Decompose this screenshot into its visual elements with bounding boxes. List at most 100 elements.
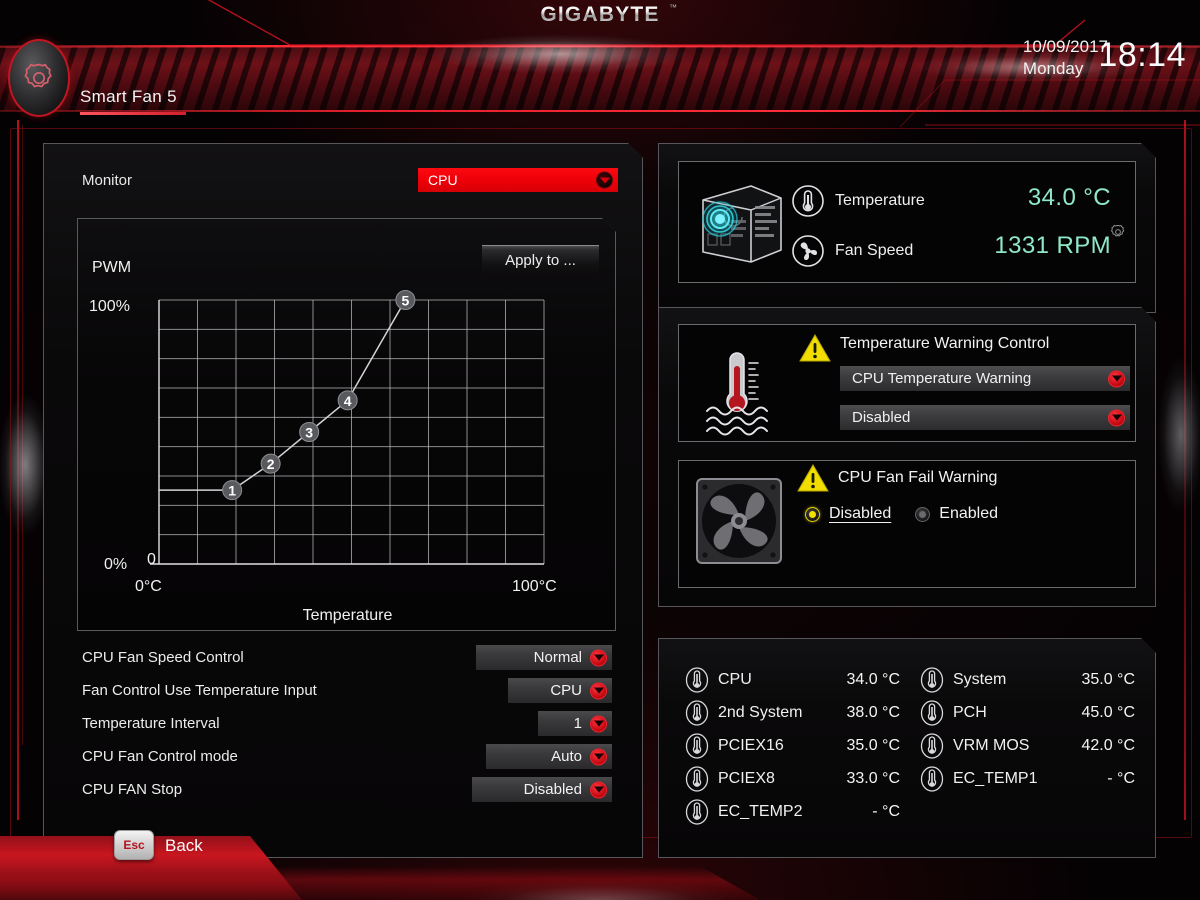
warning-controls-panel: Temperature Warning Control CPU Temperat… <box>658 307 1156 607</box>
bios-screen: GIGABYTE ™ Smart Fan 5 10/09/2017 Monday… <box>0 0 1200 900</box>
sensor-row: EC_TEMP2 - °C <box>685 795 900 828</box>
chevron-down-icon[interactable] <box>596 172 613 189</box>
setting-value-select[interactable]: Normal <box>476 645 612 670</box>
sensor-readings-panel: CPU 34.0 °C System 35.0 °C 2nd System 38.0 °C… <box>658 638 1156 858</box>
temperature-value: 34.0 °C <box>1027 184 1111 211</box>
chevron-down-icon[interactable] <box>590 682 607 699</box>
thermometer-glyph <box>685 766 709 792</box>
cpu-temperature-warning-select[interactable]: CPU Temperature Warning <box>840 366 1130 391</box>
left-edge-accent-line <box>17 120 19 820</box>
sensor-row: EC_TEMP1 - °C <box>920 762 1135 795</box>
setting-label: Fan Control Use Temperature Input <box>82 682 317 699</box>
sensor-value: - °C <box>1107 769 1135 787</box>
esc-key-icon[interactable]: Esc <box>114 830 154 860</box>
sensor-row: PCH 45.0 °C <box>920 696 1135 729</box>
radio-option-disabled[interactable]: Disabled <box>805 505 891 523</box>
date-value: 10/09/2017 <box>1022 37 1108 56</box>
fan-icon <box>791 234 825 268</box>
sensor-value: 42.0 °C <box>1081 736 1135 754</box>
gear-icon <box>8 39 70 117</box>
fan-speed-label: Fan Speed <box>835 242 914 259</box>
chart-point-label: 4 <box>344 393 352 409</box>
monitor-select-value: CPU <box>428 172 458 188</box>
header-stripe-band <box>0 45 1200 112</box>
thermometer-waves-glyph <box>701 345 789 437</box>
radio-option-enabled[interactable]: Enabled <box>915 505 998 523</box>
setting-row[interactable]: CPU Fan Control mode Auto <box>82 740 612 773</box>
sensor-value: 33.0 °C <box>846 769 900 787</box>
thermometer-glyph <box>791 184 825 218</box>
chart-control-point-3[interactable]: 3 <box>300 423 319 442</box>
setting-row[interactable]: Fan Control Use Temperature Input CPU <box>82 674 612 707</box>
fan-settings-list: CPU Fan Speed Control Normal Fan Control U… <box>82 641 612 806</box>
radio-label-disabled: Disabled <box>829 505 892 522</box>
setting-row[interactable]: CPU Fan Speed Control Normal <box>82 641 612 674</box>
thermometer-icon <box>685 667 709 693</box>
sensor-value: 35.0 °C <box>846 736 900 754</box>
sensor-value: 35.0 °C <box>1081 670 1135 688</box>
setting-row[interactable]: Temperature Interval 1 <box>82 707 612 740</box>
setting-value: Auto <box>551 748 582 765</box>
left-edge-accent-line-secondary <box>22 125 23 745</box>
gear-glyph <box>24 63 52 88</box>
setting-value-select[interactable]: 1 <box>538 711 612 736</box>
sensor-name: PCH <box>953 703 987 721</box>
monitor-select[interactable]: CPU <box>418 168 618 192</box>
thermometer-icon <box>791 184 825 218</box>
footer-accent-band-secondary <box>0 866 760 900</box>
chevron-down-icon[interactable] <box>590 649 607 666</box>
chart-control-point-5[interactable]: 5 <box>396 291 415 310</box>
chart-control-point-1[interactable]: 1 <box>223 481 242 500</box>
warning-triangle-icon <box>797 463 829 493</box>
chart-curve-line <box>232 300 405 490</box>
fan-glyph <box>791 234 825 268</box>
sensor-row-empty <box>920 795 1135 828</box>
setting-label: CPU FAN Stop <box>82 781 183 798</box>
temperature-warning-title: Temperature Warning Control <box>840 335 1050 352</box>
monitor-label: Monitor <box>82 172 133 189</box>
readout-inner-box: Temperature 34.0 °C Fan Speed 1331 RPM <box>678 161 1136 283</box>
chevron-down-icon[interactable] <box>1108 409 1125 426</box>
chevron-down-icon[interactable] <box>590 748 607 765</box>
temperature-label: Temperature <box>835 192 925 209</box>
thermometer-icon <box>920 667 944 693</box>
thermometer-glyph <box>685 733 709 759</box>
setting-value-select[interactable]: Disabled <box>472 777 612 802</box>
chart-control-point-4[interactable]: 4 <box>338 391 357 410</box>
setting-label: CPU Fan Speed Control <box>82 649 244 666</box>
setting-row[interactable]: CPU FAN Stop Disabled <box>82 773 612 806</box>
thermometer-icon <box>920 700 944 726</box>
fan-speed-readout-row: Fan Speed <box>791 234 913 268</box>
chart-plot-area[interactable]: 1 2 3 4 5 <box>78 219 617 632</box>
back-button[interactable]: Back <box>165 836 203 856</box>
thermometer-icon <box>920 733 944 759</box>
sensor-name: EC_TEMP1 <box>953 769 1038 787</box>
page-title: Smart Fan 5 <box>80 87 177 106</box>
chevron-down-icon[interactable] <box>590 715 607 732</box>
chevron-down-icon[interactable] <box>590 781 607 798</box>
radio-label-enabled: Enabled <box>939 505 998 522</box>
sensor-row: 2nd System 38.0 °C <box>685 696 900 729</box>
sensor-name: System <box>953 670 1007 688</box>
chart-point-label: 1 <box>228 483 236 499</box>
temperature-warning-state-value: Disabled <box>852 409 911 426</box>
setting-value: Normal <box>533 649 582 666</box>
system-time: 18:14 <box>1098 36 1186 74</box>
sensor-name: EC_TEMP2 <box>718 802 803 820</box>
system-date: 10/09/2017 Monday <box>1023 36 1108 80</box>
setting-value-select[interactable]: Auto <box>486 744 612 769</box>
setting-value-select[interactable]: CPU <box>508 678 612 703</box>
sensor-name: VRM MOS <box>953 736 1030 754</box>
thermometer-glyph <box>920 700 944 726</box>
trademark-symbol: ™ <box>669 3 677 12</box>
warning-triangle-icon <box>799 333 831 363</box>
thermometer-glyph <box>685 799 709 825</box>
temperature-warning-state-select[interactable]: Disabled <box>840 405 1130 430</box>
chart-control-point-2[interactable]: 2 <box>261 454 280 473</box>
fan-fail-radio-group: Disabled Enabled <box>805 505 998 523</box>
chevron-down-icon[interactable] <box>1108 370 1125 387</box>
sensor-name: PCIEX16 <box>718 736 784 754</box>
gear-icon[interactable] <box>1110 224 1126 240</box>
fan-curve-chart[interactable]: Apply to ... PWM 100% 0% 0 0°C 100°C Tem… <box>77 218 616 631</box>
radio-unselected-icon <box>915 507 930 522</box>
